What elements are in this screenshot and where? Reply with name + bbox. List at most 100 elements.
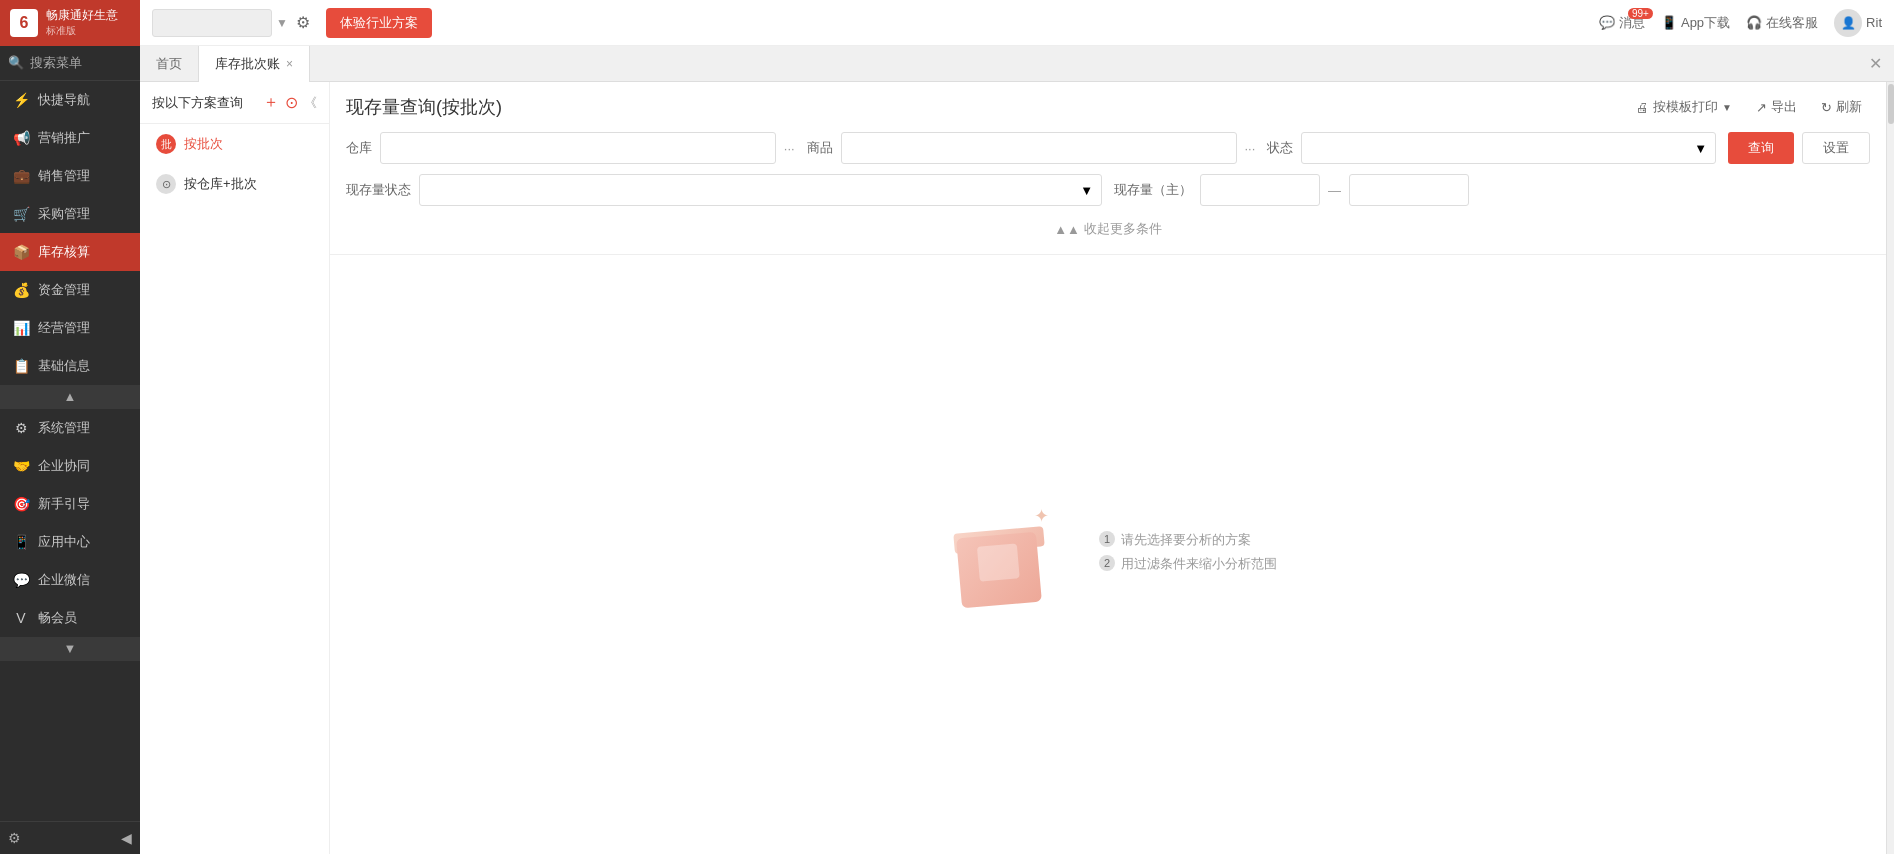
sidebar-item-label: 企业协同 [38, 457, 90, 475]
sidebar-item-sales[interactable]: 💼 销售管理 [0, 157, 140, 195]
inventory-main-filter: 现存量（主） — [1114, 174, 1870, 206]
app-download-btn[interactable]: 📱 App下载 [1661, 14, 1730, 32]
status-select[interactable]: ▼ [1301, 132, 1716, 164]
plan-item-by-warehouse-batch[interactable]: ⊙ 按仓库+批次 [140, 164, 329, 204]
product-more-icon[interactable]: ··· [1245, 141, 1256, 156]
left-panel: 按以下方案查询 ＋ ⊙ 《 批 按批次 ⊙ 按仓库+批次 [140, 82, 330, 854]
close-all-tabs-icon[interactable]: ✕ [1857, 54, 1894, 73]
settings-button[interactable]: 设置 [1802, 132, 1870, 164]
settings-icon[interactable]: ⚙ [8, 830, 21, 846]
sidebar-item-operations[interactable]: 📊 经营管理 [0, 309, 140, 347]
product-label: 商品 [807, 139, 833, 157]
filter-row-2: 现存量状态 ▼ 现存量（主） — [346, 174, 1870, 206]
sidebar-item-label: 新手引导 [38, 495, 90, 513]
basics-icon: 📋 [12, 357, 30, 375]
sidebar-item-quick-nav[interactable]: ⚡ 快捷导航 [0, 81, 140, 119]
finance-icon: 💰 [12, 281, 30, 299]
product-input[interactable] [841, 132, 1237, 164]
appstore-icon: 📱 [12, 533, 30, 551]
sidebar-item-label: 基础信息 [38, 357, 90, 375]
collapse-sidebar-icon[interactable]: ◀ [121, 830, 132, 846]
sidebar-item-inventory[interactable]: 📦 库存核算 [0, 233, 140, 271]
status-label: 状态 [1267, 139, 1293, 157]
tab-home[interactable]: 首页 [140, 46, 199, 82]
sidebar-item-label: 库存核算 [38, 243, 90, 261]
sidebar-item-purchase[interactable]: 🛒 采购管理 [0, 195, 140, 233]
sidebar-scroll-down[interactable]: ▼ [0, 637, 140, 661]
right-panel: 现存量查询(按批次) 🖨 按模板打印 ▼ ↗ 导出 ↻ [330, 82, 1886, 854]
topbar-gear-icon[interactable]: ⚙ [296, 13, 310, 32]
inventory-status-label: 现存量状态 [346, 181, 411, 199]
empty-tip-1: 1 请先选择要分析的方案 [1099, 531, 1277, 549]
sidebar-item-label: 企业微信 [38, 571, 90, 589]
sidebar-item-vip[interactable]: V 畅会员 [0, 599, 140, 637]
plan-icon-warehouse-batch: ⊙ [156, 174, 176, 194]
inventory-status-select[interactable]: ▼ [419, 174, 1102, 206]
topbar-input-area: ▼ [152, 9, 288, 37]
topbar-actions: 💬 消息 99+ 📱 App下载 🎧 在线客服 👤 Rit [1599, 9, 1882, 37]
collapse-filters-btn[interactable]: ▲▲ 收起更多条件 [346, 216, 1870, 242]
inventory-main-input-from[interactable] [1200, 174, 1320, 206]
add-plan-icon[interactable]: ＋ [263, 92, 279, 113]
experience-btn[interactable]: 体验行业方案 [326, 8, 432, 38]
tip-number-1: 1 [1099, 531, 1115, 547]
sidebar-header: 6 畅康通好生意 标准版 [0, 0, 140, 46]
sidebar-footer: ⚙ ◀ [0, 821, 140, 854]
print-btn[interactable]: 🖨 按模板打印 ▼ [1628, 94, 1740, 120]
sidebar-scroll-up[interactable]: ▲ [0, 385, 140, 409]
sidebar-item-marketing[interactable]: 📢 营销推广 [0, 119, 140, 157]
tab-inventory-batch[interactable]: 库存批次账 × [199, 46, 310, 82]
sidebar-item-system[interactable]: ⚙ 系统管理 [0, 409, 140, 447]
sidebar-item-wechat[interactable]: 💬 企业微信 [0, 561, 140, 599]
query-button[interactable]: 查询 [1728, 132, 1794, 164]
chevron-down-icon[interactable]: ▼ [276, 16, 288, 30]
page-title-row: 现存量查询(按批次) 🖨 按模板打印 ▼ ↗ 导出 ↻ [346, 94, 1870, 120]
plan-item-by-batch[interactable]: 批 按批次 [140, 124, 329, 164]
settings-plan-icon[interactable]: ⊙ [285, 93, 298, 112]
user-icon: 👤 [1841, 16, 1856, 30]
sidebar-item-label: 销售管理 [38, 167, 90, 185]
sidebar-item-appstore[interactable]: 📱 应用中心 [0, 523, 140, 561]
user-profile-btn[interactable]: 👤 Rit [1834, 9, 1882, 37]
scrollbar-thumb[interactable] [1888, 84, 1894, 124]
online-service-btn[interactable]: 🎧 在线客服 [1746, 14, 1818, 32]
topbar-search-input[interactable] [152, 9, 272, 37]
page-content: 按以下方案查询 ＋ ⊙ 《 批 按批次 ⊙ 按仓库+批次 现存量查询( [140, 82, 1894, 854]
action-buttons: 查询 设置 [1728, 132, 1870, 164]
status-dropdown-icon: ▼ [1694, 141, 1707, 156]
star-decoration: ✦ [1034, 505, 1049, 527]
tab-close-icon[interactable]: × [286, 57, 293, 71]
product-filter: 商品 ··· [807, 132, 1256, 164]
operations-icon: 📊 [12, 319, 30, 337]
sidebar-item-finance[interactable]: 💰 资金管理 [0, 271, 140, 309]
warehouse-label: 仓库 [346, 139, 372, 157]
warehouse-input[interactable] [380, 132, 776, 164]
newbie-icon: 🎯 [12, 495, 30, 513]
sidebar-item-newbie[interactable]: 🎯 新手引导 [0, 485, 140, 523]
inventory-main-input-to[interactable] [1349, 174, 1469, 206]
chevron-up-icon: ▲▲ [1054, 222, 1080, 237]
sidebar-item-label: 营销推广 [38, 129, 90, 147]
sidebar-company-name: 畅康通好生意 [46, 8, 118, 24]
refresh-btn[interactable]: ↻ 刷新 [1813, 94, 1870, 120]
sidebar-search[interactable]: 🔍 搜索菜单 [0, 46, 140, 81]
avatar: 👤 [1834, 9, 1862, 37]
tabs-bar: 首页 库存批次账 × ✕ [140, 46, 1894, 82]
sidebar-item-enterprise[interactable]: 🤝 企业协同 [0, 447, 140, 485]
warehouse-more-icon[interactable]: ··· [784, 141, 795, 156]
page-actions: 🖨 按模板打印 ▼ ↗ 导出 ↻ 刷新 [1628, 94, 1870, 120]
inventory-main-dash: — [1328, 183, 1341, 198]
sidebar-item-basics[interactable]: 📋 基础信息 [0, 347, 140, 385]
sidebar-logo: 6 [10, 9, 38, 37]
empty-illustration: ✦ [939, 505, 1059, 605]
box-body [956, 531, 1042, 608]
inventory-status-filter: 现存量状态 ▼ [346, 174, 1102, 206]
export-btn[interactable]: ↗ 导出 [1748, 94, 1805, 120]
enterprise-icon: 🤝 [12, 457, 30, 475]
tip-number-2: 2 [1099, 555, 1115, 571]
topbar: ▼ ⚙ 体验行业方案 💬 消息 99+ 📱 App下载 🎧 在线客服 👤 [140, 0, 1894, 46]
message-btn[interactable]: 💬 消息 99+ [1599, 14, 1645, 32]
phone-icon: 📱 [1661, 15, 1677, 30]
collapse-left-panel-icon[interactable]: 《 [304, 94, 317, 112]
filter-area: 现存量查询(按批次) 🖨 按模板打印 ▼ ↗ 导出 ↻ [330, 82, 1886, 255]
